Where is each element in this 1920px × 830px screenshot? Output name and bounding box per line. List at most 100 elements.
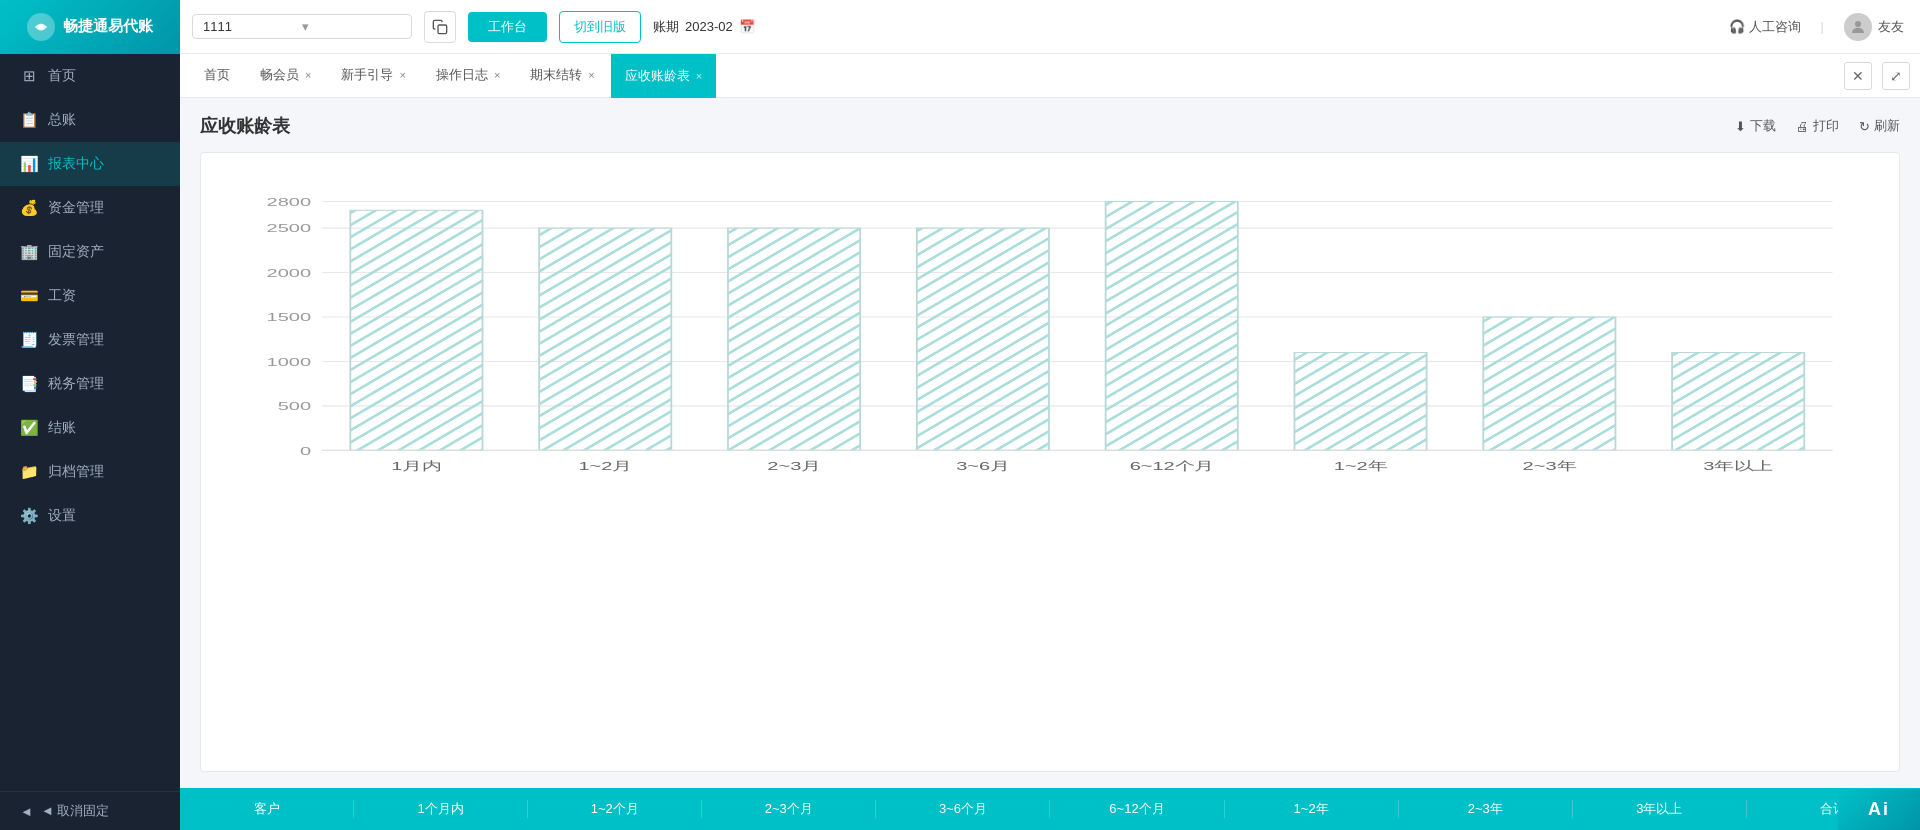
sidebar-label-reports: 报表中心: [48, 155, 104, 173]
svg-text:1500: 1500: [267, 311, 311, 324]
sidebar-item-funds[interactable]: 💰 资金管理: [0, 186, 180, 230]
period-value: 2023-02: [685, 19, 733, 34]
svg-text:500: 500: [278, 399, 311, 412]
page-content: 应收账龄表 ⬇ 下载 🖨 打印 ↻ 刷新: [180, 98, 1920, 788]
tab-close-member[interactable]: ×: [305, 69, 311, 81]
tab-ar_aging[interactable]: 应收账龄表 ×: [611, 54, 716, 98]
page-header: 应收账龄表 ⬇ 下载 🖨 打印 ↻ 刷新: [200, 114, 1900, 138]
headset-icon: 🎧: [1729, 19, 1745, 34]
th-col-2: 1~2个月: [528, 800, 702, 818]
calendar-icon[interactable]: 📅: [739, 19, 755, 34]
sidebar-label-archive: 归档管理: [48, 463, 104, 481]
svg-rect-30: [1483, 317, 1615, 450]
sidebar-bottom: ◄ ◄ 取消固定: [0, 791, 180, 830]
svg-point-0: [38, 24, 43, 29]
sidebar-item-assets[interactable]: 🏢固定资产: [0, 230, 180, 274]
tab-label-home: 首页: [204, 66, 230, 84]
tab-close-guide[interactable]: ×: [399, 69, 405, 81]
tab-label-period_close: 期末结转: [530, 66, 582, 84]
th-col-0: 客户: [180, 800, 354, 818]
tab-label-member: 畅会员: [260, 66, 299, 84]
tab-close-period_close[interactable]: ×: [588, 69, 594, 81]
company-name: 1111: [203, 19, 302, 34]
maximize-button[interactable]: ⤢: [1882, 62, 1910, 90]
sidebar-label-funds: 资金管理: [48, 199, 104, 217]
tab-home[interactable]: 首页: [190, 54, 244, 98]
sidebar-label-assets: 固定资产: [48, 243, 104, 261]
tab-guide[interactable]: 新手引导×: [327, 54, 419, 98]
logo: 畅捷通易代账: [0, 0, 180, 54]
tab-close-ar_aging[interactable]: ×: [696, 70, 702, 82]
top-header: 畅捷通易代账 1111 ▾ 工作台 切到旧版 账期 2023-02 📅 🎧 人工…: [0, 0, 1920, 54]
user-name: 友友: [1878, 18, 1904, 36]
ledger-icon: 📋: [20, 111, 38, 129]
sidebar-item-salary[interactable]: 💳工资: [0, 274, 180, 318]
tab-label-oplog: 操作日志: [436, 66, 488, 84]
switch-version-button[interactable]: 切到旧版: [559, 11, 641, 43]
svg-text:1~2年: 1~2年: [1334, 459, 1387, 472]
sidebar-item-home[interactable]: ⊞首页: [0, 54, 180, 98]
sidebar-label-settings: 设置: [48, 507, 76, 525]
refresh-button[interactable]: ↻ 刷新: [1859, 117, 1900, 135]
print-button[interactable]: 🖨 打印: [1796, 117, 1839, 135]
download-label: 下载: [1750, 117, 1776, 135]
svg-text:2800: 2800: [267, 195, 311, 208]
logo-text: 畅捷通易代账: [63, 17, 153, 36]
th-col-5: 6~12个月: [1050, 800, 1224, 818]
th-col-7: 2~3年: [1399, 800, 1573, 818]
tab-period_close[interactable]: 期末结转 ×: [516, 54, 608, 98]
svg-rect-28: [1294, 353, 1426, 451]
funds-icon: 💰: [20, 199, 38, 217]
th-col-1: 1个月内: [354, 800, 528, 818]
period-area: 账期 2023-02 📅: [653, 18, 755, 36]
tab-close-oplog[interactable]: ×: [494, 69, 500, 81]
chevron-down-icon: ▾: [302, 19, 401, 34]
tab-member[interactable]: 畅会员 ×: [246, 54, 325, 98]
reports-icon: 📊: [20, 155, 38, 173]
download-icon: ⬇: [1735, 119, 1746, 134]
user-menu[interactable]: 友友: [1844, 13, 1904, 41]
archive-icon: 📁: [20, 463, 38, 481]
home-icon: ⊞: [20, 67, 38, 85]
chart-container: 0500100015002000250028001月内1~2月2~3月3~6月6…: [200, 152, 1900, 772]
copy-icon[interactable]: [424, 11, 456, 43]
period-label: 账期: [653, 18, 679, 36]
svg-rect-26: [1106, 201, 1238, 450]
svg-text:1~2月: 1~2月: [579, 459, 632, 472]
svg-text:3~6月: 3~6月: [956, 459, 1009, 472]
cancel-pin-button[interactable]: ◄ ◄ 取消固定: [0, 792, 180, 830]
svg-text:2500: 2500: [267, 222, 311, 235]
sidebar-item-invoice[interactable]: 🧾 发票管理: [0, 318, 180, 362]
close-tab-button[interactable]: ✕: [1844, 62, 1872, 90]
svg-rect-32: [1672, 353, 1804, 451]
sidebar-item-ledger[interactable]: 📋总账: [0, 98, 180, 142]
th-col-8: 3年以上: [1573, 800, 1747, 818]
consult-label: 人工咨询: [1749, 18, 1801, 36]
pin-icon: ◄: [20, 804, 33, 819]
svg-text:2~3年: 2~3年: [1523, 459, 1576, 472]
company-selector[interactable]: 1111 ▾: [192, 14, 412, 39]
sidebar-item-settle[interactable]: ✅结账: [0, 406, 180, 450]
header-right: 🎧 人工咨询 | 友友: [1729, 13, 1904, 41]
page-actions: ⬇ 下载 🖨 打印 ↻ 刷新: [1735, 117, 1900, 135]
sidebar-item-tax[interactable]: 📑税务管理: [0, 362, 180, 406]
tab-oplog[interactable]: 操作日志 ×: [422, 54, 514, 98]
workbench-button[interactable]: 工作台: [468, 12, 547, 42]
ai-badge[interactable]: Ai: [1838, 789, 1920, 830]
table-header: 客户1个月内1~2个月2~3个月3~6个月6~12个月1~2年2~3年3年以上合…: [180, 788, 1920, 830]
logo-icon: [27, 13, 55, 41]
page-title: 应收账龄表: [200, 114, 290, 138]
th-col-6: 1~2年: [1225, 800, 1399, 818]
tab-label-ar_aging: 应收账龄表: [625, 67, 690, 85]
sidebar-item-reports[interactable]: 📊 报表中心: [0, 142, 180, 186]
consult-button[interactable]: 🎧 人工咨询: [1729, 18, 1801, 36]
sidebar-item-archive[interactable]: 📁 归档管理: [0, 450, 180, 494]
bar-chart: 0500100015002000250028001月内1~2月2~3月3~6月6…: [231, 173, 1869, 493]
sidebar-label-tax: 税务管理: [48, 375, 104, 393]
sidebar-item-settings[interactable]: ⚙️设置: [0, 494, 180, 538]
download-button[interactable]: ⬇ 下载: [1735, 117, 1776, 135]
sidebar-label-invoice: 发票管理: [48, 331, 104, 349]
svg-rect-24: [917, 228, 1049, 450]
sidebar-label-salary: 工资: [48, 287, 76, 305]
invoice-icon: 🧾: [20, 331, 38, 349]
